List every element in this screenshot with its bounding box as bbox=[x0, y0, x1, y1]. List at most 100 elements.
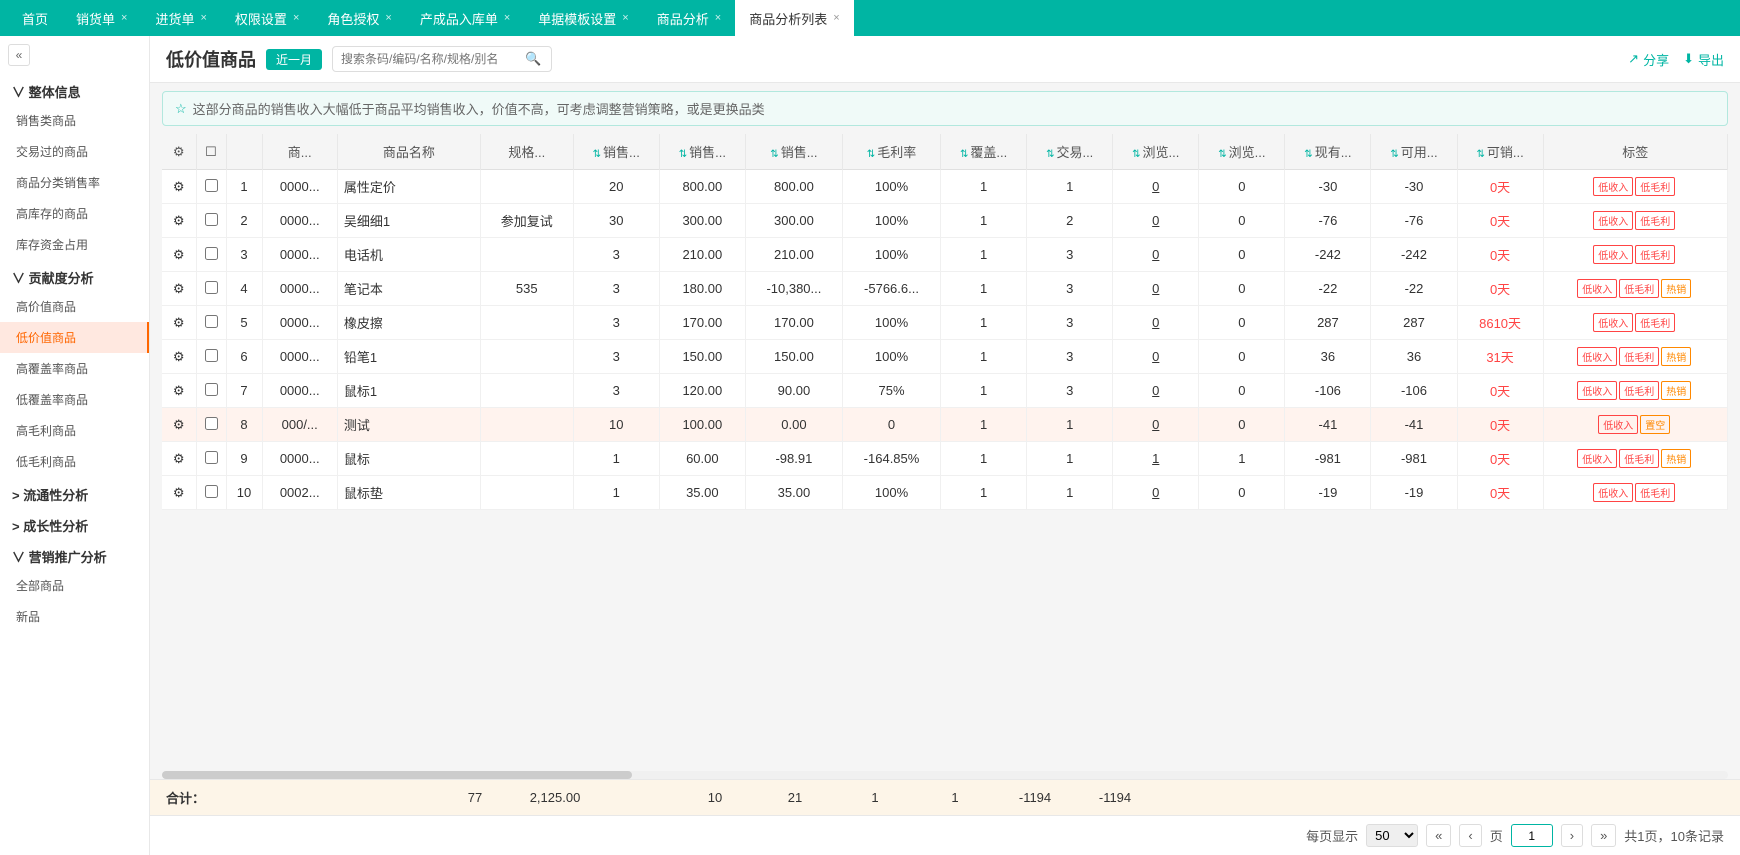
collapse-sidebar-button[interactable]: « bbox=[8, 44, 30, 66]
gear-cell[interactable]: ⚙ bbox=[162, 340, 196, 374]
close-icon[interactable]: × bbox=[293, 12, 299, 24]
sidebar-item-low-margin[interactable]: 低毛利商品 bbox=[0, 446, 149, 477]
browse-link[interactable]: 0 bbox=[1152, 383, 1159, 398]
browse-link[interactable]: 0 bbox=[1152, 417, 1159, 432]
sidebar-group-liquidity[interactable]: > 流通性分析 bbox=[0, 477, 149, 508]
gear-cell[interactable]: ⚙ bbox=[162, 374, 196, 408]
close-icon[interactable]: × bbox=[385, 12, 391, 24]
checkbox-cell[interactable] bbox=[196, 408, 226, 442]
nav-sales[interactable]: 销货单 × bbox=[62, 0, 141, 36]
row-checkbox[interactable] bbox=[205, 485, 218, 498]
nav-purchase[interactable]: 进货单 × bbox=[141, 0, 220, 36]
checkbox-cell[interactable] bbox=[196, 204, 226, 238]
sidebar-item-high-stock[interactable]: 高库存的商品 bbox=[0, 198, 149, 229]
browse-link[interactable]: 0 bbox=[1152, 247, 1159, 262]
checkbox-cell[interactable] bbox=[196, 272, 226, 306]
checkbox-cell[interactable] bbox=[196, 374, 226, 408]
sidebar-item-traded-products[interactable]: 交易过的商品 bbox=[0, 136, 149, 167]
checkbox-cell[interactable] bbox=[196, 238, 226, 272]
sidebar-item-high-margin[interactable]: 高毛利商品 bbox=[0, 415, 149, 446]
gear-cell[interactable]: ⚙ bbox=[162, 238, 196, 272]
current-page-number[interactable] bbox=[1511, 824, 1553, 847]
col-browse2[interactable]: 浏览... bbox=[1199, 134, 1285, 170]
search-box[interactable]: 🔍 bbox=[332, 46, 552, 72]
scrollbar-thumb[interactable] bbox=[162, 771, 632, 779]
checkbox-cell[interactable] bbox=[196, 340, 226, 374]
col-trade[interactable]: 交易... bbox=[1027, 134, 1113, 170]
row-checkbox[interactable] bbox=[205, 451, 218, 464]
browse-link[interactable]: 0 bbox=[1152, 179, 1159, 194]
col-sales3[interactable]: 销售... bbox=[745, 134, 842, 170]
col-spec[interactable]: 规格... bbox=[480, 134, 573, 170]
row-checkbox[interactable] bbox=[205, 417, 218, 430]
browse-link[interactable]: 0 bbox=[1152, 485, 1159, 500]
checkbox-cell[interactable] bbox=[196, 442, 226, 476]
nav-permissions[interactable]: 权限设置 × bbox=[221, 0, 313, 36]
last-page-button[interactable]: » bbox=[1591, 824, 1616, 847]
col-browse1[interactable]: 浏览... bbox=[1113, 134, 1199, 170]
row-checkbox[interactable] bbox=[205, 349, 218, 362]
row-checkbox[interactable] bbox=[205, 315, 218, 328]
sidebar-item-new-products[interactable]: 新品 bbox=[0, 601, 149, 632]
close-icon[interactable]: × bbox=[715, 12, 721, 24]
first-page-button[interactable]: « bbox=[1426, 824, 1451, 847]
gear-cell[interactable]: ⚙ bbox=[162, 442, 196, 476]
row-checkbox[interactable] bbox=[205, 179, 218, 192]
row-checkbox[interactable] bbox=[205, 247, 218, 260]
col-sales2[interactable]: 销售... bbox=[659, 134, 745, 170]
nav-warehouse[interactable]: 产成品入库单 × bbox=[406, 0, 524, 36]
horizontal-scrollbar[interactable] bbox=[162, 771, 1728, 779]
browse-link[interactable]: 1 bbox=[1152, 451, 1159, 466]
gear-cell[interactable]: ⚙ bbox=[162, 408, 196, 442]
sidebar-group-growth[interactable]: > 成长性分析 bbox=[0, 508, 149, 539]
nav-roles[interactable]: 角色授权 × bbox=[313, 0, 405, 36]
sidebar-item-sales-products[interactable]: 销售类商品 bbox=[0, 105, 149, 136]
col-available-stock[interactable]: 可用... bbox=[1371, 134, 1457, 170]
checkbox-cell[interactable] bbox=[196, 170, 226, 204]
close-icon[interactable]: × bbox=[622, 12, 628, 24]
filter-tag-month[interactable]: 近一月 bbox=[266, 49, 322, 70]
gear-cell[interactable]: ⚙ bbox=[162, 306, 196, 340]
search-input[interactable] bbox=[341, 52, 521, 66]
sidebar-item-low-value[interactable]: 低价值商品 bbox=[0, 322, 149, 353]
sidebar-item-high-coverage[interactable]: 高覆盖率商品 bbox=[0, 353, 149, 384]
col-margin[interactable]: 毛利率 bbox=[842, 134, 940, 170]
browse-link[interactable]: 0 bbox=[1152, 349, 1159, 364]
close-icon[interactable]: × bbox=[833, 12, 839, 24]
share-button[interactable]: ↗ 分享 bbox=[1628, 50, 1669, 69]
nav-product-analysis[interactable]: 商品分析 × bbox=[643, 0, 735, 36]
close-icon[interactable]: × bbox=[121, 12, 127, 24]
col-current-stock[interactable]: 现有... bbox=[1285, 134, 1371, 170]
row-checkbox[interactable] bbox=[205, 213, 218, 226]
sidebar-item-all-products[interactable]: 全部商品 bbox=[0, 570, 149, 601]
col-sales1[interactable]: 销售... bbox=[573, 134, 659, 170]
gear-cell[interactable]: ⚙ bbox=[162, 170, 196, 204]
col-settings[interactable]: ⚙ bbox=[162, 134, 196, 170]
nav-home[interactable]: 首页 bbox=[8, 0, 62, 36]
col-code[interactable]: 商... bbox=[262, 134, 337, 170]
col-sellable-stock[interactable]: 可销... bbox=[1457, 134, 1543, 170]
page-number-input[interactable] bbox=[1520, 829, 1544, 843]
export-button[interactable]: ⬇ 导出 bbox=[1683, 50, 1724, 69]
next-page-button[interactable]: › bbox=[1561, 824, 1583, 847]
sidebar-item-category-sales[interactable]: 商品分类销售率 bbox=[0, 167, 149, 198]
per-page-select[interactable]: 50 100 200 bbox=[1366, 824, 1418, 847]
gear-cell[interactable]: ⚙ bbox=[162, 204, 196, 238]
row-checkbox[interactable] bbox=[205, 281, 218, 294]
browse-link[interactable]: 0 bbox=[1152, 281, 1159, 296]
gear-cell[interactable]: ⚙ bbox=[162, 272, 196, 306]
checkbox-cell[interactable] bbox=[196, 306, 226, 340]
sidebar-item-low-coverage[interactable]: 低覆盖率商品 bbox=[0, 384, 149, 415]
close-icon[interactable]: × bbox=[200, 12, 206, 24]
nav-template[interactable]: 单据模板设置 × bbox=[524, 0, 642, 36]
prev-page-button[interactable]: ‹ bbox=[1459, 824, 1481, 847]
col-checkbox[interactable]: ☐ bbox=[196, 134, 226, 170]
nav-product-analysis-list[interactable]: 商品分析列表 × bbox=[735, 0, 853, 36]
sidebar-item-high-value[interactable]: 高价值商品 bbox=[0, 291, 149, 322]
checkbox-cell[interactable] bbox=[196, 476, 226, 510]
sidebar-item-stock-funds[interactable]: 库存资金占用 bbox=[0, 229, 149, 260]
gear-cell[interactable]: ⚙ bbox=[162, 476, 196, 510]
col-coverage[interactable]: 覆盖... bbox=[941, 134, 1027, 170]
browse-link[interactable]: 0 bbox=[1152, 213, 1159, 228]
row-checkbox[interactable] bbox=[205, 383, 218, 396]
